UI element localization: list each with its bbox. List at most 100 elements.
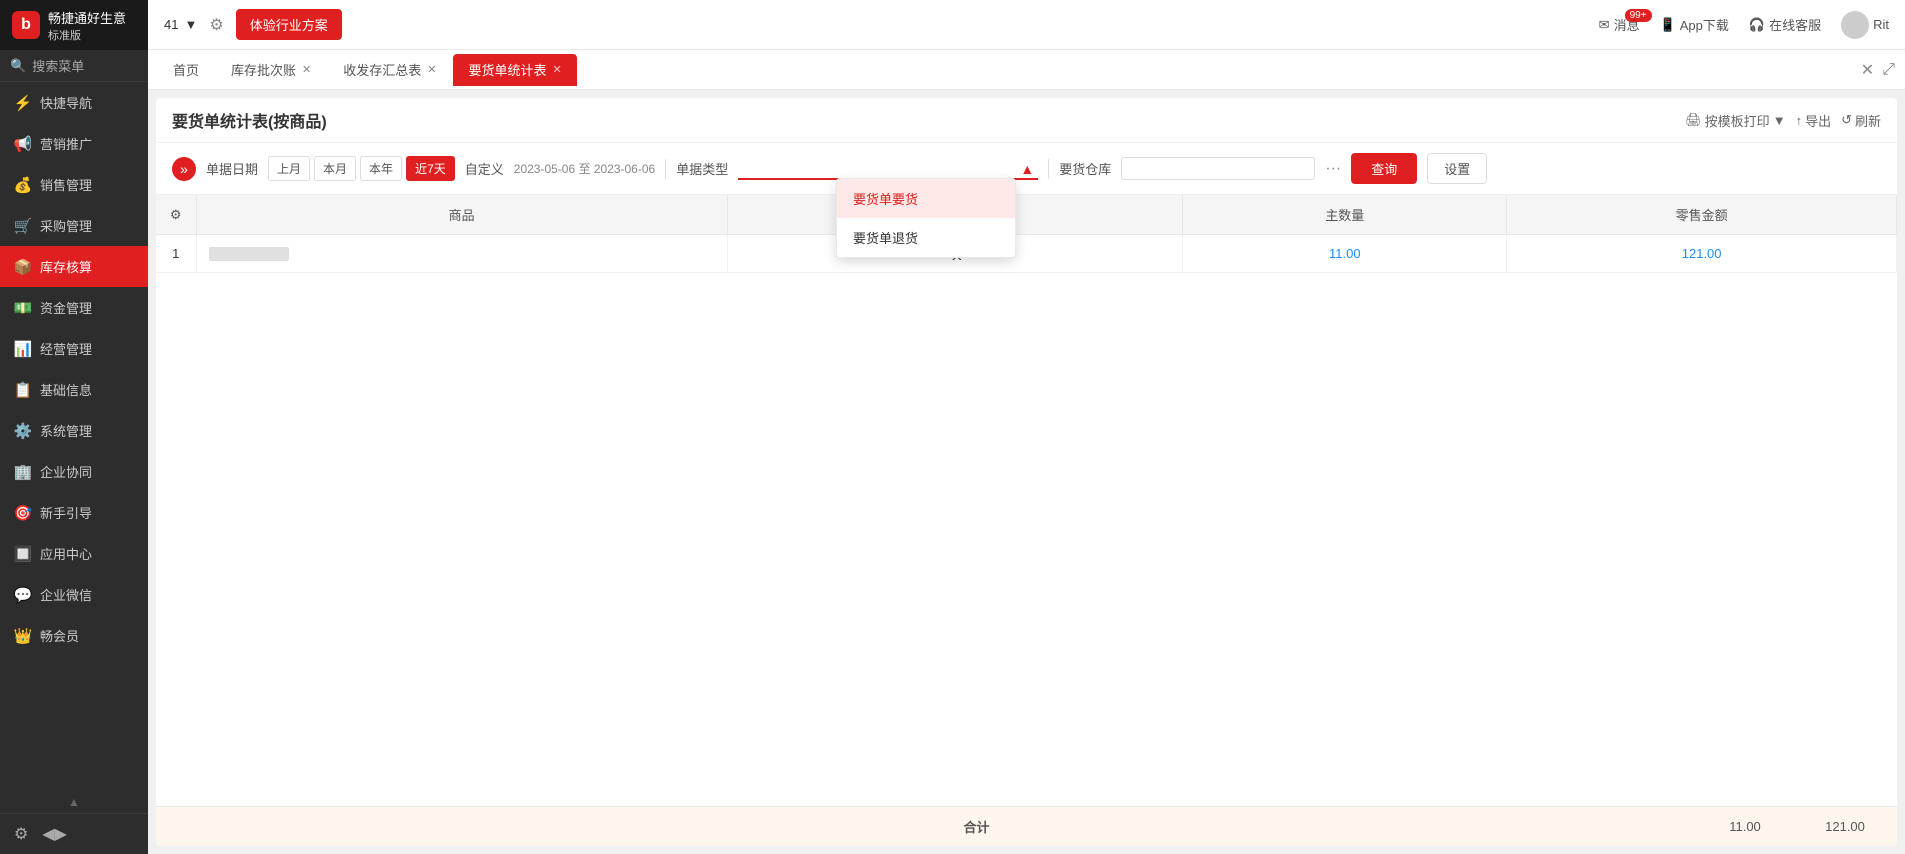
app-download-icon: 📱 <box>1660 17 1676 33</box>
filter-divider-1 <box>665 159 666 179</box>
refresh-button[interactable]: ↺ 刷新 <box>1841 111 1881 130</box>
sidebar-item-operation[interactable]: 📊 经营管理 <box>0 328 148 369</box>
col-product: 商品 <box>196 195 727 235</box>
settings-button[interactable]: 设置 <box>1427 153 1487 184</box>
warehouse-input[interactable] <box>1121 157 1315 180</box>
wechat-icon: 💬 <box>14 586 32 604</box>
dropdown-item-return-order[interactable]: 要货单退货 <box>837 218 1015 257</box>
sidebar-item-wechat[interactable]: 💬 企业微信 <box>0 574 148 615</box>
page-content: 要货单统计表(按商品) 🖨 按模板打印 ▼ ↑ 导出 ↺ 刷新 » <box>156 98 1897 846</box>
product-name-placeholder <box>209 247 289 261</box>
search-icon: 🔍 <box>10 58 26 74</box>
query-button[interactable]: 查询 <box>1351 153 1417 184</box>
filter-divider-2 <box>1048 159 1049 179</box>
sidebar-item-member[interactable]: 👑 畅会员 <box>0 615 148 656</box>
close-requisition-stats-tab[interactable]: ✕ <box>553 63 562 76</box>
table-row: 1 块 11.00 121.00 <box>156 235 1897 273</box>
export-button[interactable]: ↑ 导出 <box>1796 111 1832 130</box>
date-buttons: 上月 本月 本年 近7天 <box>268 156 455 181</box>
close-inventory-batch-tab[interactable]: ✕ <box>302 63 311 76</box>
print-chevron-icon: ▼ <box>1773 113 1786 128</box>
settings-gear-icon[interactable]: ⚙ <box>209 15 223 35</box>
date-btn-this-year[interactable]: 本年 <box>360 156 402 181</box>
sidebar-item-quick-nav[interactable]: ⚡ 快捷导航 <box>0 82 148 123</box>
date-btn-7days[interactable]: 近7天 <box>406 156 455 181</box>
close-all-tabs-icon[interactable]: ✕ <box>1861 60 1874 80</box>
app-download-button[interactable]: 📱 App下载 <box>1660 15 1729 34</box>
custom-date-label: 自定义 <box>465 159 504 178</box>
store-selector[interactable]: 41 ▼ <box>164 17 197 32</box>
sidebar-item-purchase[interactable]: 🛒 采购管理 <box>0 205 148 246</box>
system-icon: ⚙️ <box>14 422 32 440</box>
doc-type-chevron-icon[interactable]: ▲ <box>1020 161 1034 177</box>
total-label: 合计 <box>744 817 990 836</box>
online-service-button[interactable]: 🎧 在线客服 <box>1749 15 1821 34</box>
printer-icon: 🖨 <box>1685 112 1702 128</box>
date-btn-last-month[interactable]: 上月 <box>268 156 310 181</box>
total-quantity: 11.00 <box>1705 819 1785 834</box>
tab-inventory-batch[interactable]: 库存批次账 ✕ <box>216 54 326 86</box>
messages-button[interactable]: ✉ 消息 99+ <box>1599 15 1640 34</box>
store-number: 41 <box>164 17 178 32</box>
cell-amount: 121.00 <box>1507 235 1897 273</box>
user-avatar[interactable]: Rit <box>1841 11 1889 39</box>
filter-toggle-button[interactable]: » <box>172 157 196 181</box>
operation-icon: 📊 <box>14 340 32 358</box>
doc-type-selector: ▲ <box>738 157 1038 180</box>
sidebar-item-finance[interactable]: 💵 资金管理 <box>0 287 148 328</box>
top-bar-right: ✉ 消息 99+ 📱 App下载 🎧 在线客服 Rit <box>1599 11 1889 39</box>
appstore-icon: 🔲 <box>14 545 32 563</box>
sidebar-logo: b 畅捷通好生意 标准版 <box>0 0 148 50</box>
tab-requisition-stats[interactable]: 要货单统计表 ✕ <box>453 54 576 86</box>
print-template-button[interactable]: 🖨 按模板打印 ▼ <box>1685 111 1785 130</box>
date-btn-this-month[interactable]: 本月 <box>314 156 356 181</box>
col-settings: ⚙ <box>156 195 196 235</box>
cell-product <box>196 235 727 273</box>
settings-icon[interactable]: ⚙ <box>14 824 28 844</box>
sidebar: b 畅捷通好生意 标准版 🔍 搜索菜单 ⚡ 快捷导航 📢 营销推广 💰 销售管理… <box>0 0 148 854</box>
scroll-up-icon[interactable]: ▲ <box>68 795 80 809</box>
date-label: 单据日期 <box>206 159 258 178</box>
search-menu-item[interactable]: 🔍 搜索菜单 <box>0 50 148 82</box>
table-header-row: ⚙ 商品 主计量单位 主数量 零售金额 <box>156 195 1897 235</box>
industry-solution-button[interactable]: 体验行业方案 <box>236 9 342 40</box>
store-dropdown-icon: ▼ <box>184 17 197 32</box>
table-settings-icon[interactable]: ⚙ <box>170 207 182 222</box>
tab-receivable-summary[interactable]: 收发存汇总表 ✕ <box>328 54 451 86</box>
top-bar: 41 ▼ ⚙ 体验行业方案 ✉ 消息 99+ 📱 App下载 🎧 在线客服 Ri… <box>148 0 1905 50</box>
table-wrap: ⚙ 商品 主计量单位 主数量 零售金额 1 块 <box>156 195 1897 806</box>
message-icon: ✉ <box>1599 17 1610 33</box>
more-options-icon[interactable]: ··· <box>1325 160 1341 178</box>
tab-home[interactable]: 首页 <box>158 54 214 86</box>
col-quantity: 主数量 <box>1183 195 1507 235</box>
doc-type-input[interactable] <box>738 157 1038 180</box>
warehouse-label: 要货仓库 <box>1059 159 1111 178</box>
member-icon: 👑 <box>14 627 32 645</box>
marketing-icon: 📢 <box>14 135 32 153</box>
quick-nav-icon: ⚡ <box>14 94 32 112</box>
doc-type-label: 单据类型 <box>676 159 728 178</box>
sidebar-item-basic[interactable]: 📋 基础信息 <box>0 369 148 410</box>
sidebar-nav: ⚡ 快捷导航 📢 营销推广 💰 销售管理 🛒 采购管理 📦 库存核算 💵 资金管… <box>0 82 148 791</box>
sidebar-item-enterprise[interactable]: 🏢 企业协同 <box>0 451 148 492</box>
col-amount: 零售金额 <box>1507 195 1897 235</box>
sidebar-item-appstore[interactable]: 🔲 应用中心 <box>0 533 148 574</box>
close-receivable-summary-tab[interactable]: ✕ <box>427 63 436 76</box>
export-icon: ↑ <box>1796 113 1803 128</box>
basic-icon: 📋 <box>14 381 32 399</box>
finance-icon: 💵 <box>14 299 32 317</box>
dropdown-item-requisition-order[interactable]: 要货单要货 <box>837 179 1015 218</box>
collapse-icon[interactable]: ◀▶ <box>42 824 67 844</box>
filter-area: » 单据日期 上月 本月 本年 近7天 自定义 2023-05-06 至 202… <box>156 143 1897 195</box>
sidebar-item-sales[interactable]: 💰 销售管理 <box>0 164 148 205</box>
page-title: 要货单统计表(按商品) <box>172 108 327 132</box>
avatar-image <box>1841 11 1869 39</box>
maximize-icon[interactable]: ⤢ <box>1882 61 1895 79</box>
guide-icon: 🎯 <box>14 504 32 522</box>
sidebar-item-system[interactable]: ⚙️ 系统管理 <box>0 410 148 451</box>
sidebar-item-marketing[interactable]: 📢 营销推广 <box>0 123 148 164</box>
sidebar-item-inventory[interactable]: 📦 库存核算 <box>0 246 148 287</box>
sidebar-item-guide[interactable]: 🎯 新手引导 <box>0 492 148 533</box>
app-logo-text: 畅捷通好生意 标准版 <box>48 8 126 43</box>
sales-icon: 💰 <box>14 176 32 194</box>
